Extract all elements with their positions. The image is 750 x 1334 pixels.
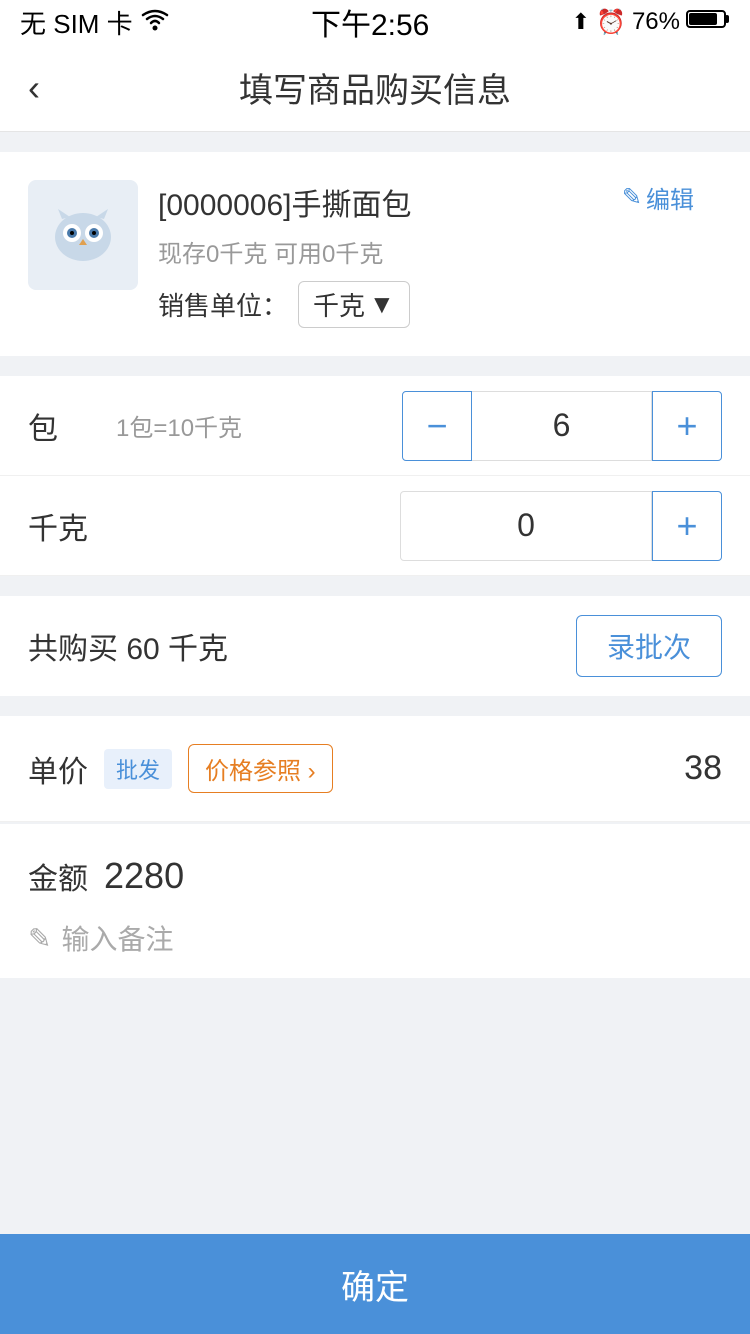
edit-icon: ✎ bbox=[622, 183, 642, 212]
product-stock: 现存0千克 可用0千克 bbox=[158, 234, 722, 269]
kg-controls: + bbox=[400, 491, 722, 561]
edit-button[interactable]: ✎ 编辑 bbox=[622, 180, 694, 215]
status-bar-time: 下午2:56 bbox=[311, 0, 429, 44]
unit-label: 销售单位： bbox=[158, 286, 288, 323]
batch-button[interactable]: 录批次 bbox=[576, 615, 722, 677]
price-badge: 批发 bbox=[104, 749, 172, 789]
amount-section: 金额 2280 ✎ 输入备注 bbox=[0, 824, 750, 978]
carrier-text: 无 SIM 卡 bbox=[20, 4, 133, 41]
amount-value: 2280 bbox=[104, 855, 184, 897]
dropdown-icon: ▼ bbox=[369, 289, 395, 320]
separator1 bbox=[0, 696, 750, 716]
price-row: 单价 批发 价格参照 › 38 bbox=[0, 716, 750, 822]
back-button[interactable]: ‹ bbox=[28, 67, 40, 109]
status-bar-left: 无 SIM 卡 bbox=[20, 4, 169, 41]
product-image bbox=[28, 180, 138, 290]
product-unit-row: 销售单位： 千克 ▼ bbox=[158, 281, 722, 328]
bao-plus-button[interactable]: + bbox=[652, 391, 722, 461]
unit-select[interactable]: 千克 ▼ bbox=[298, 281, 410, 328]
kg-input-row: 千克 + bbox=[0, 476, 750, 576]
remark-icon: ✎ bbox=[28, 922, 51, 955]
total-row: 共购买 60 千克 录批次 bbox=[0, 596, 750, 696]
battery-icon bbox=[686, 8, 730, 37]
input-section: 包 1包=10千克 − + 千克 + bbox=[0, 376, 750, 576]
product-info-wrapper: ✎ 编辑 [0000006]手撕面包 现存0千克 可用0千克 销售单位： 千克 … bbox=[158, 180, 722, 328]
bao-minus-button[interactable]: − bbox=[402, 391, 472, 461]
status-bar-right: ⬆ ⏰ 76% bbox=[572, 8, 730, 37]
bao-input-row: 包 1包=10千克 − + bbox=[0, 376, 750, 476]
product-card: ✎ 编辑 [0000006]手撕面包 现存0千克 可用0千克 销售单位： 千克 … bbox=[0, 152, 750, 356]
total-text: 共购买 60 千克 bbox=[28, 624, 228, 668]
bao-label: 包 bbox=[28, 404, 108, 448]
empty-area bbox=[0, 978, 750, 1098]
amount-row: 金额 2280 bbox=[28, 854, 722, 898]
remark-row[interactable]: ✎ 输入备注 bbox=[28, 918, 722, 958]
kg-plus-button[interactable]: + bbox=[652, 491, 722, 561]
bao-controls: − + bbox=[402, 391, 722, 461]
battery-text: 76% bbox=[632, 8, 680, 36]
confirm-button-label: 确定 bbox=[341, 1260, 409, 1309]
remark-placeholder: 输入备注 bbox=[61, 918, 173, 958]
wifi-icon bbox=[141, 7, 169, 38]
kg-quantity-input[interactable] bbox=[400, 491, 652, 561]
amount-label: 金额 bbox=[28, 854, 88, 898]
kg-label: 千克 bbox=[28, 504, 108, 548]
location-icon: ⬆ bbox=[572, 9, 590, 35]
price-value: 38 bbox=[684, 749, 722, 788]
price-label: 单价 bbox=[28, 747, 88, 791]
bao-quantity-input[interactable] bbox=[472, 391, 652, 461]
confirm-button-bar[interactable]: 确定 bbox=[0, 1234, 750, 1334]
status-bar: 无 SIM 卡 下午2:56 ⬆ ⏰ 76% bbox=[0, 0, 750, 44]
price-ref-button[interactable]: 价格参照 › bbox=[188, 744, 333, 793]
bao-sublabel: 1包=10千克 bbox=[116, 408, 402, 443]
alarm-icon: ⏰ bbox=[596, 8, 626, 37]
page-title: 填写商品购买信息 bbox=[239, 63, 511, 112]
nav-bar: ‹ 填写商品购买信息 bbox=[0, 44, 750, 132]
